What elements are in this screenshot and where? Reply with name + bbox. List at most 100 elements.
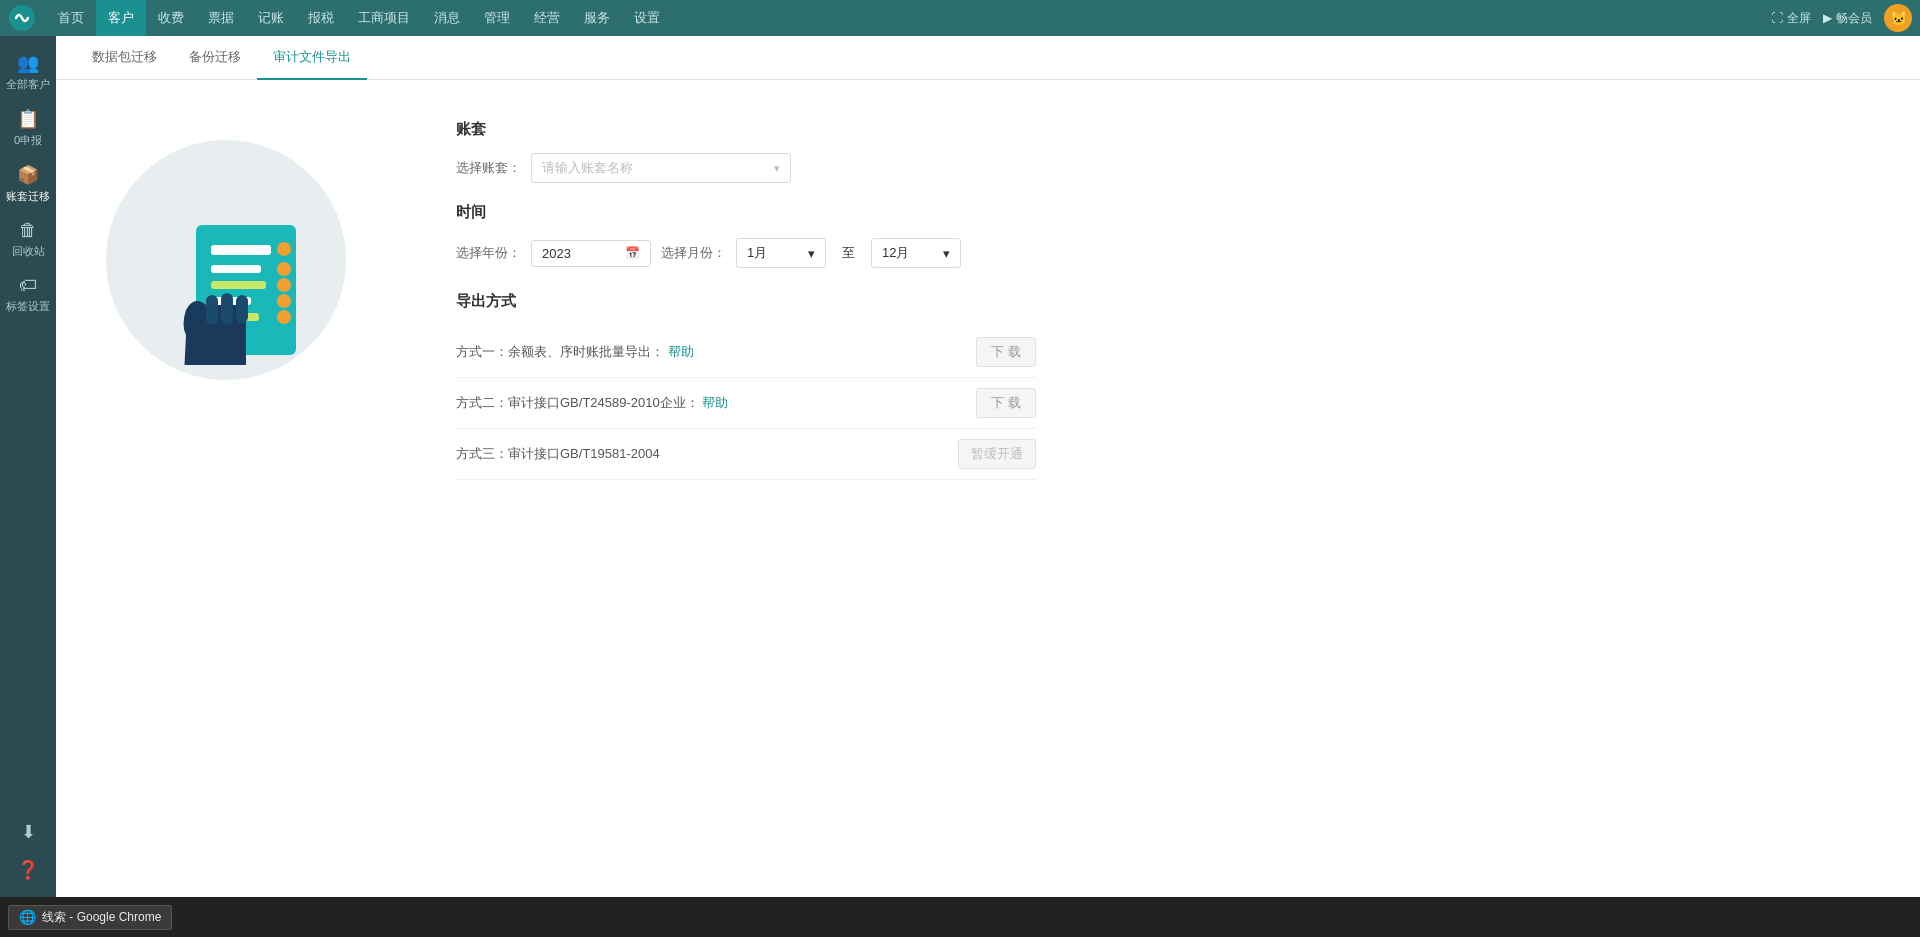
nav-manage[interactable]: 管理: [472, 0, 522, 36]
svg-point-11: [277, 310, 291, 324]
start-month-value: 1月: [747, 244, 767, 262]
nav-settings[interactable]: 设置: [622, 0, 672, 36]
sidebar-item-label-all-clients: 全部客户: [6, 77, 50, 92]
start-month-dropdown[interactable]: 1月 ▾: [736, 238, 826, 268]
avatar[interactable]: 🐱: [1884, 4, 1912, 32]
svg-point-10: [277, 294, 291, 308]
method-1-help-link[interactable]: 帮助: [668, 344, 694, 359]
tab-audit-export[interactable]: 审计文件导出: [257, 36, 367, 80]
nav-operation[interactable]: 经营: [522, 0, 572, 36]
trash-icon: 🗑: [19, 220, 37, 241]
all-clients-icon: 👥: [17, 52, 39, 74]
end-month-value: 12月: [882, 244, 909, 262]
taskbar-chrome[interactable]: 🌐 线索 - Google Chrome: [8, 905, 172, 930]
export-section-title: 导出方式: [456, 292, 1036, 311]
sidebar-item-label-migrate: 账套迁移: [6, 189, 50, 204]
account-select[interactable]: 请输入账套名称 ▾: [531, 153, 791, 183]
method-2-download-button[interactable]: 下 载: [976, 388, 1036, 418]
export-method-2: 方式二：审计接口GB/T24589-2010企业： 帮助 下 载: [456, 378, 1036, 429]
taskbar: 🌐 线索 - Google Chrome: [0, 897, 1920, 937]
method-2-help-link[interactable]: 帮助: [702, 395, 728, 410]
member-icon: ▶: [1823, 11, 1832, 25]
end-month-dropdown[interactable]: 12月 ▾: [871, 238, 961, 268]
sub-tabs: 数据包迁移 备份迁移 审计文件导出: [56, 36, 1920, 80]
year-value: 2023: [542, 246, 571, 261]
calendar-icon: 📅: [625, 246, 640, 260]
sidebar-item-label-zero: 0申报: [14, 133, 42, 148]
sidebar-item-label-trash: 回收站: [12, 244, 45, 259]
svg-rect-3: [211, 265, 261, 273]
illustration-svg: [126, 155, 326, 365]
time-section-title: 时间: [456, 203, 1036, 222]
nav-commerce[interactable]: 工商项目: [346, 0, 422, 36]
form-area: 账套 选择账套： 请输入账套名称 ▾ 时间 选择年份： 2023 �: [396, 80, 1096, 897]
export-method-3-text: 方式三：审计接口GB/T19581-2004: [456, 445, 660, 463]
method-2-label: 方式二：审计接口GB/T24589-2010企业：: [456, 395, 699, 410]
taskbar-chrome-label: 线索 - Google Chrome: [42, 909, 161, 926]
account-section-title: 账套: [456, 120, 1036, 139]
sidebar-item-migrate[interactable]: 📦 账套迁移: [0, 156, 56, 212]
to-label: 至: [836, 244, 861, 262]
top-nav-right: ⛶ 全屏 ▶ 畅会员 🐱: [1771, 4, 1912, 32]
nav-items: 首页 客户 收费 票据 记账 报税 工商项目 消息 管理 经营 服务 设置: [46, 0, 1771, 36]
page-content: 账套 选择账套： 请输入账套名称 ▾ 时间 选择年份： 2023 �: [56, 80, 1920, 897]
chrome-icon: 🌐: [19, 909, 36, 925]
nav-service[interactable]: 服务: [572, 0, 622, 36]
zero-declare-icon: 📋: [17, 108, 39, 130]
nav-tax[interactable]: 报税: [296, 0, 346, 36]
sidebar-download-icon[interactable]: ⬇: [17, 817, 40, 847]
sidebar-bottom: ⬇ ❓: [13, 817, 43, 897]
svg-rect-14: [236, 295, 248, 323]
chevron-down-icon: ▾: [774, 162, 780, 175]
main-layout: 👥 全部客户 📋 0申报 📦 账套迁移 🗑 回收站 🏷 标签设置 ⬇ ❓ 数据包…: [0, 36, 1920, 897]
export-method-1-text: 方式一：余额表、序时账批量导出： 帮助: [456, 343, 694, 361]
svg-point-9: [277, 278, 291, 292]
export-method-3: 方式三：审计接口GB/T19581-2004 暂缓开通: [456, 429, 1036, 480]
member-label: 畅会员: [1836, 10, 1872, 27]
export-method-2-text: 方式二：审计接口GB/T24589-2010企业： 帮助: [456, 394, 728, 412]
fullscreen-button[interactable]: ⛶ 全屏: [1771, 10, 1811, 27]
logo[interactable]: [8, 4, 36, 32]
month-label: 选择月份：: [661, 244, 726, 262]
method-1-download-button[interactable]: 下 载: [976, 337, 1036, 367]
svg-point-7: [277, 242, 291, 256]
nav-home[interactable]: 首页: [46, 0, 96, 36]
account-row: 选择账套： 请输入账套名称 ▾: [456, 153, 1036, 183]
end-month-chevron-icon: ▾: [943, 246, 950, 261]
method-3-label: 方式三：审计接口GB/T19581-2004: [456, 446, 660, 461]
nav-client[interactable]: 客户: [96, 0, 146, 36]
account-select-placeholder: 请输入账套名称: [542, 159, 633, 177]
nav-message[interactable]: 消息: [422, 0, 472, 36]
time-row: 选择年份： 2023 📅 选择月份： 1月 ▾ 至 12月 ▾: [456, 238, 1036, 268]
nav-fee[interactable]: 收费: [146, 0, 196, 36]
sidebar-item-label-tag: 标签设置: [6, 299, 50, 314]
method-3-coming-soon-button[interactable]: 暂缓开通: [958, 439, 1036, 469]
tab-backup-migrate[interactable]: 备份迁移: [173, 36, 257, 80]
top-nav: 首页 客户 收费 票据 记账 报税 工商项目 消息 管理 经营 服务 设置 ⛶ …: [0, 0, 1920, 36]
tag-settings-icon: 🏷: [19, 275, 37, 296]
svg-rect-2: [211, 245, 271, 255]
content-area: 数据包迁移 备份迁移 审计文件导出: [56, 36, 1920, 897]
sidebar-item-trash[interactable]: 🗑 回收站: [0, 212, 56, 267]
sidebar-item-all-clients[interactable]: 👥 全部客户: [0, 44, 56, 100]
migrate-icon: 📦: [17, 164, 39, 186]
fullscreen-label: 全屏: [1787, 10, 1811, 27]
method-1-label: 方式一：余额表、序时账批量导出：: [456, 344, 664, 359]
export-method-1: 方式一：余额表、序时账批量导出： 帮助 下 载: [456, 327, 1036, 378]
nav-invoice[interactable]: 票据: [196, 0, 246, 36]
start-month-chevron-icon: ▾: [808, 246, 815, 261]
account-select-label: 选择账套：: [456, 159, 521, 177]
svg-rect-12: [206, 295, 218, 325]
year-input[interactable]: 2023 📅: [531, 240, 651, 267]
svg-point-8: [277, 262, 291, 276]
illustration-circle: [106, 140, 346, 380]
left-sidebar: 👥 全部客户 📋 0申报 📦 账套迁移 🗑 回收站 🏷 标签设置 ⬇ ❓: [0, 36, 56, 897]
sidebar-help-icon[interactable]: ❓: [13, 855, 43, 885]
member-button[interactable]: ▶ 畅会员: [1823, 10, 1872, 27]
sidebar-item-zero-declare[interactable]: 📋 0申报: [0, 100, 56, 156]
nav-bookkeeping[interactable]: 记账: [246, 0, 296, 36]
tab-data-migrate[interactable]: 数据包迁移: [76, 36, 173, 80]
sidebar-item-label-settings[interactable]: 🏷 标签设置: [0, 267, 56, 322]
svg-rect-13: [221, 293, 233, 325]
fullscreen-icon: ⛶: [1771, 11, 1783, 25]
